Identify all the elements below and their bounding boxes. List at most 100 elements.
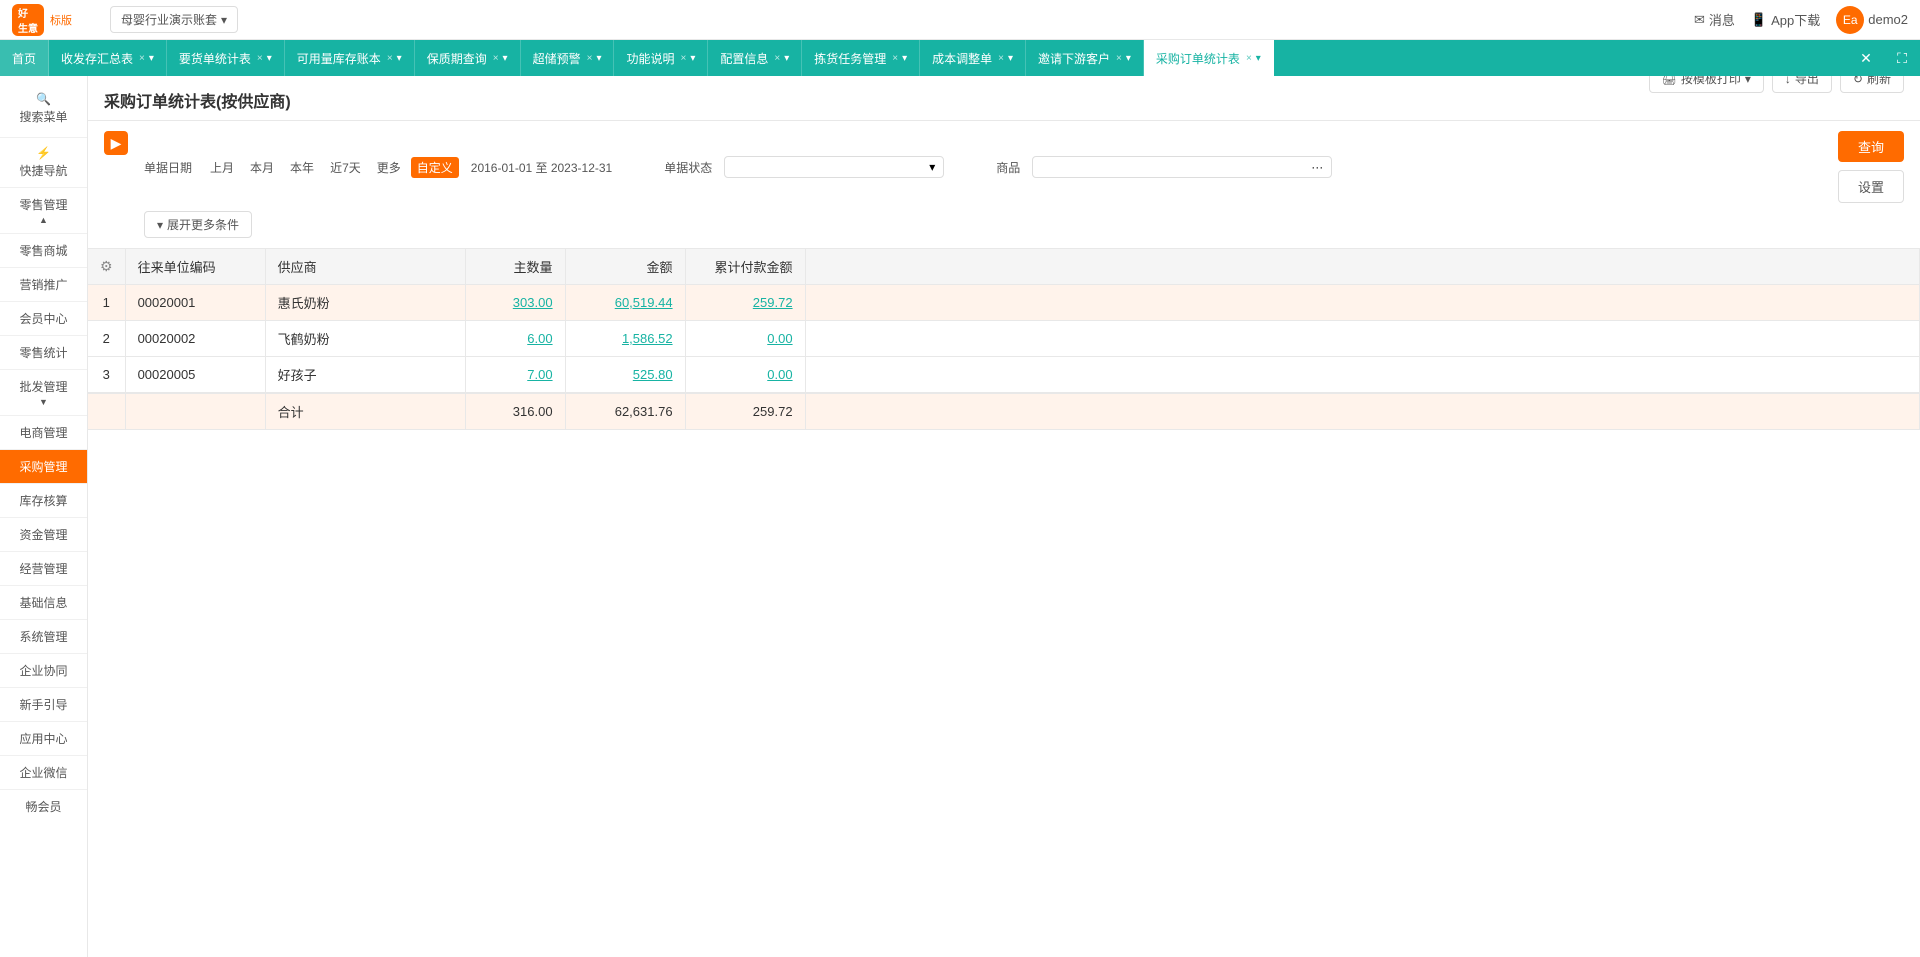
- logo-icon-text: 好生意: [18, 5, 38, 35]
- tab-shoufacun-close[interactable]: ×: [139, 53, 145, 64]
- row-1-paid-link[interactable]: 259.72: [753, 295, 793, 310]
- tab-baozhi-close[interactable]: ×: [493, 53, 499, 64]
- tab-caigou-close[interactable]: ×: [1246, 53, 1252, 64]
- search-menu-button[interactable]: 🔍 搜索菜单: [8, 86, 79, 131]
- print-button[interactable]: 🖨 按模板打印 ▾: [1649, 76, 1764, 93]
- maximize-tab-button[interactable]: ⛶: [1884, 40, 1920, 76]
- tab-chaochuyujing-close[interactable]: ×: [587, 53, 593, 64]
- tab-gongneng[interactable]: 功能说明 × ▾: [614, 40, 708, 76]
- close-tab-button[interactable]: ✕: [1848, 40, 1884, 76]
- tab-shoufacun[interactable]: 收发存汇总表 × ▾: [49, 40, 167, 76]
- workspace-label: 母婴行业演示账套: [121, 11, 217, 28]
- row-2-amount: 1,586.52: [565, 321, 685, 357]
- tab-chaochuyujing[interactable]: 超储预警 × ▾: [521, 40, 615, 76]
- export-button[interactable]: ↓ 导出: [1772, 76, 1832, 93]
- tab-jianhuo-arrow: ▾: [902, 53, 907, 64]
- filter-row-2: ▾ 展开更多条件: [144, 211, 1904, 238]
- sidebar-item-dianshang[interactable]: 电商管理: [0, 415, 87, 449]
- tab-yaoqing-arrow: ▾: [1126, 53, 1131, 64]
- sidebar-item-qiyexietong[interactable]: 企业协同: [0, 653, 87, 687]
- tab-jianhuo-close[interactable]: ×: [892, 53, 898, 64]
- row-1-qty: 303.00: [465, 285, 565, 321]
- shortcut-more[interactable]: 更多: [371, 157, 407, 178]
- sidebar-item-lingshoututji[interactable]: 零售统计: [0, 335, 87, 369]
- row-2-amount-link[interactable]: 1,586.52: [622, 331, 673, 346]
- table-row: 2 00020002 飞鹤奶粉 6.00 1,586.52 0.00: [88, 321, 1920, 357]
- col-header-paid: 累计付款金额: [685, 249, 805, 285]
- row-3-extra: [805, 357, 1919, 394]
- sidebar-item-zijin[interactable]: 资金管理: [0, 517, 87, 551]
- tab-home-label: 首页: [12, 50, 36, 67]
- expand-icon: ▾: [157, 218, 163, 232]
- tab-keyongliang-close[interactable]: ×: [387, 53, 393, 64]
- app-download-button[interactable]: 📱 App下载: [1751, 10, 1820, 29]
- sidebar-item-qiyeweixin[interactable]: 企业微信: [0, 755, 87, 789]
- top-bar: 好生意 标版 母婴行业演示账套 ▾ ✉ 消息 📱 App下载 Ea demo2: [0, 0, 1920, 40]
- sidebar-item-lingshou[interactable]: 零售管理 ▲: [0, 187, 87, 233]
- row-2-qty-link[interactable]: 6.00: [527, 331, 552, 346]
- tab-home[interactable]: 首页: [0, 40, 49, 76]
- message-button[interactable]: ✉ 消息: [1694, 10, 1735, 29]
- refresh-button[interactable]: ↻ 刷新: [1840, 76, 1904, 93]
- tab-jianhuo-label: 拣货任务管理: [814, 50, 886, 67]
- tab-yaoqing[interactable]: 邀请下游客户 × ▾: [1026, 40, 1144, 76]
- shortcut-this-month[interactable]: 本月: [244, 157, 280, 178]
- tab-caigou-active[interactable]: 采购订单统计表 × ▾: [1144, 40, 1274, 76]
- tab-chengben-label: 成本调整单: [932, 50, 992, 67]
- tab-chengben-close[interactable]: ×: [998, 53, 1004, 64]
- custom-date-tag[interactable]: 自定义: [411, 157, 459, 178]
- filter-toggle-button[interactable]: ▶: [104, 131, 128, 155]
- expand-more-button[interactable]: ▾ 展开更多条件: [144, 211, 252, 238]
- settings-button[interactable]: 设置: [1838, 170, 1904, 203]
- tab-baozhi[interactable]: 保质期查询 × ▾: [415, 40, 521, 76]
- footer-extra: [805, 393, 1919, 430]
- query-button[interactable]: 查询: [1838, 131, 1904, 162]
- search-icon: 🔍: [36, 92, 51, 106]
- shortcut-7days[interactable]: 近7天: [324, 157, 367, 178]
- sidebar-item-xitong[interactable]: 系统管理: [0, 619, 87, 653]
- sidebar-item-jingying[interactable]: 经营管理: [0, 551, 87, 585]
- sidebar-item-pifa[interactable]: 批发管理 ▼: [0, 369, 87, 415]
- tab-yaohuo-arrow: ▾: [267, 53, 272, 64]
- shortcut-last-month[interactable]: 上月: [204, 157, 240, 178]
- sidebar-item-yingxiao[interactable]: 营销推广: [0, 267, 87, 301]
- row-1-amount-link[interactable]: 60,519.44: [615, 295, 673, 310]
- sidebar-lingshou-label: 零售管理: [19, 196, 67, 213]
- row-2-qty: 6.00: [465, 321, 565, 357]
- goods-select[interactable]: ···: [1032, 156, 1332, 178]
- print-icon: 🖨: [1662, 76, 1677, 86]
- tab-chengben[interactable]: 成本调整单 × ▾: [920, 40, 1026, 76]
- nav-tabs-end: ✕ ⛶: [1848, 40, 1920, 76]
- footer-empty: [88, 393, 125, 430]
- workspace-selector[interactable]: 母婴行业演示账套 ▾: [110, 6, 238, 33]
- tab-keyongliang[interactable]: 可用量库存账本 × ▾: [285, 40, 415, 76]
- row-2-paid-link[interactable]: 0.00: [767, 331, 792, 346]
- sidebar-item-kucun[interactable]: 库存核算: [0, 483, 87, 517]
- user-area[interactable]: Ea demo2: [1836, 6, 1908, 34]
- row-3-paid-link[interactable]: 0.00: [767, 367, 792, 382]
- tab-yaohuo-close[interactable]: ×: [257, 53, 263, 64]
- tab-gongneng-close[interactable]: ×: [680, 53, 686, 64]
- sidebar-item-changhyunyuan[interactable]: 畅会员: [0, 789, 87, 823]
- sidebar-item-xinshouyindao[interactable]: 新手引导: [0, 687, 87, 721]
- gear-settings-icon[interactable]: ⚙: [100, 258, 113, 274]
- tab-peizhi-close[interactable]: ×: [774, 53, 780, 64]
- table-wrapper: ⚙ 往来单位编码 供应商 主数量 金额 累计付款金额 1: [88, 249, 1920, 957]
- sidebar-item-huiyuan[interactable]: 会员中心: [0, 301, 87, 335]
- sidebar-item-jichuxinxi[interactable]: 基础信息: [0, 585, 87, 619]
- row-3-qty-link[interactable]: 7.00: [527, 367, 552, 382]
- row-3-amount-link[interactable]: 525.80: [633, 367, 673, 382]
- sidebar-item-caigou[interactable]: 采购管理: [0, 449, 87, 483]
- shortcut-this-year[interactable]: 本年: [284, 157, 320, 178]
- sidebar-item-yingyongzhongxin[interactable]: 应用中心: [0, 721, 87, 755]
- tab-jianhuo[interactable]: 拣货任务管理 × ▾: [802, 40, 920, 76]
- row-1-qty-link[interactable]: 303.00: [513, 295, 553, 310]
- tab-peizhi[interactable]: 配置信息 × ▾: [708, 40, 802, 76]
- sidebar-qiyeweixin-label: 企业微信: [19, 764, 67, 781]
- status-select[interactable]: ▾: [724, 156, 944, 178]
- sidebar-item-shangcheng[interactable]: 零售商城: [0, 233, 87, 267]
- tab-yaohuo[interactable]: 要货单统计表 × ▾: [167, 40, 285, 76]
- tab-gongneng-arrow: ▾: [690, 53, 695, 64]
- quick-nav-button[interactable]: ⚡ 快捷导航: [0, 137, 87, 187]
- tab-yaoqing-close[interactable]: ×: [1116, 53, 1122, 64]
